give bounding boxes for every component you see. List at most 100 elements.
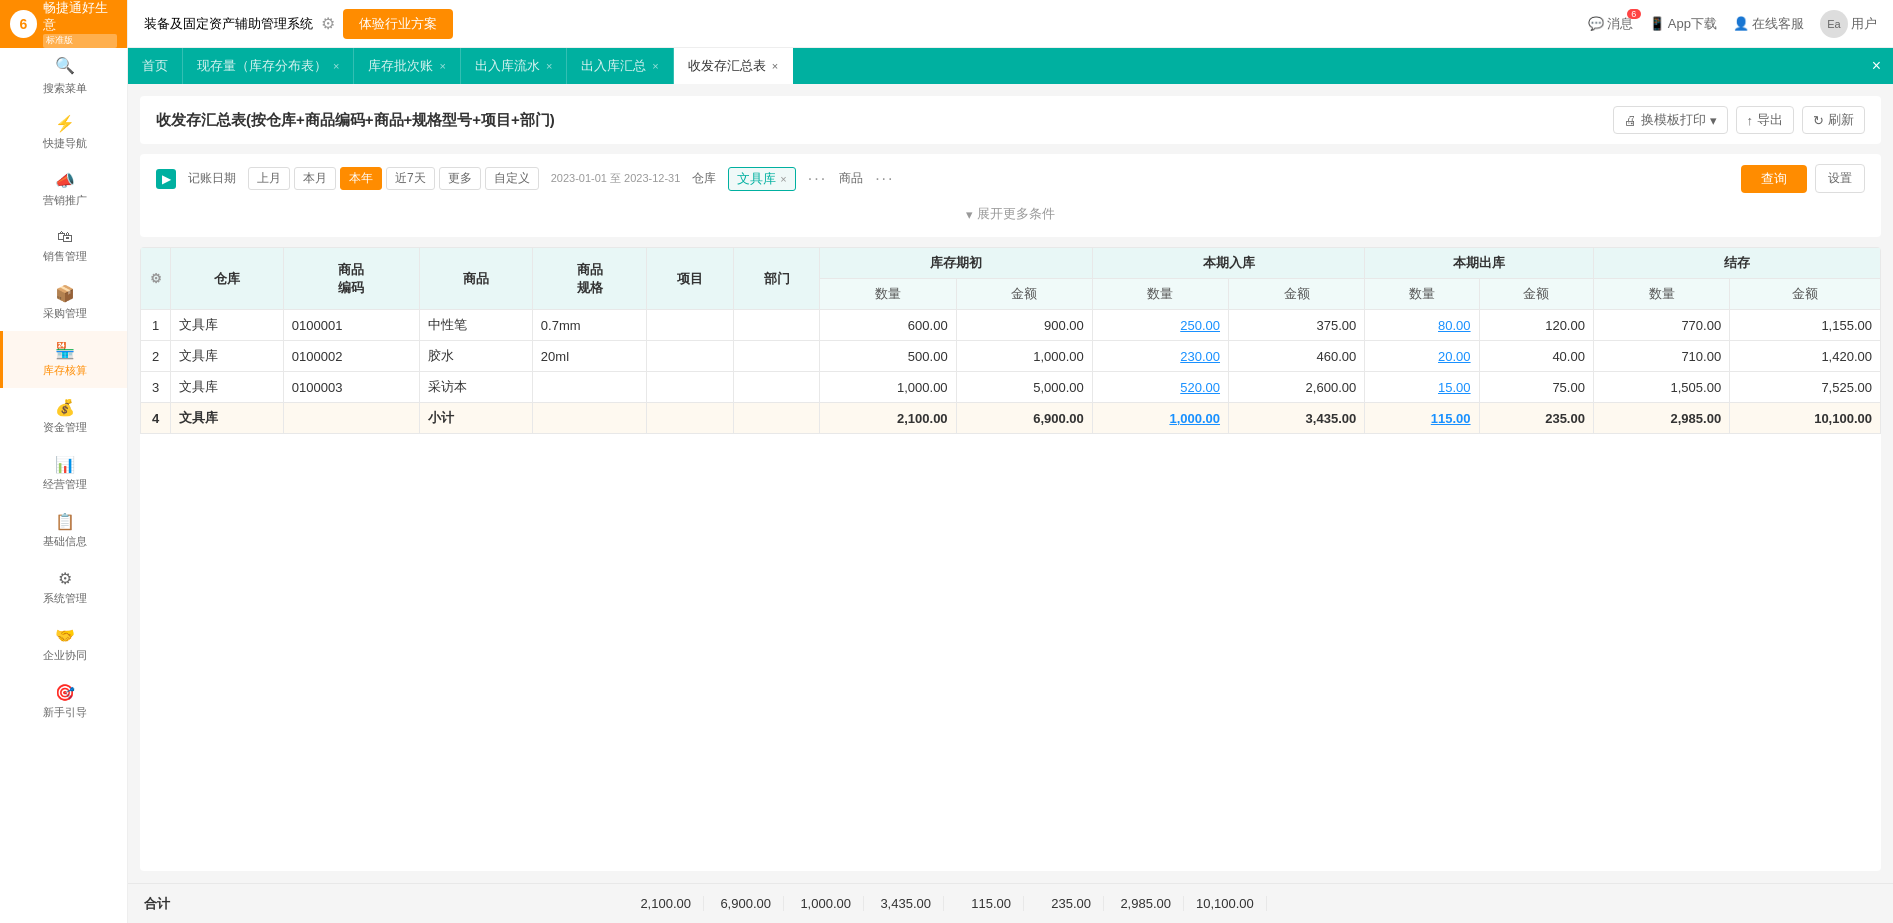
- cell-in-qty[interactable]: 1,000.00: [1092, 403, 1228, 434]
- sidebar-item-collab[interactable]: 🤝 企业协同: [0, 616, 127, 673]
- sidebar-item-inventory[interactable]: 🏪 库存核算: [0, 331, 127, 388]
- col-name-header: 商品: [420, 248, 533, 310]
- cell-bal-amt: 7,525.00: [1730, 372, 1881, 403]
- export-label: 导出: [1757, 111, 1783, 129]
- col-balance-header: 结存: [1593, 248, 1880, 279]
- goods-more[interactable]: ···: [875, 170, 894, 188]
- date-btn-prev-month[interactable]: 上月: [248, 167, 290, 190]
- tab-batch-close[interactable]: ×: [439, 60, 445, 72]
- cell-out-qty[interactable]: 115.00: [1365, 403, 1479, 434]
- date-btn-7days[interactable]: 近7天: [386, 167, 435, 190]
- cell-code: [283, 403, 419, 434]
- tab-summary[interactable]: 出入库汇总 ×: [567, 48, 673, 84]
- date-btn-this-year[interactable]: 本年: [340, 167, 382, 190]
- col-settings-header[interactable]: ⚙: [141, 248, 171, 310]
- sidebar-item-finance[interactable]: 💰 资金管理: [0, 388, 127, 445]
- tab-home-label: 首页: [142, 57, 168, 75]
- sidebar-item-search[interactable]: 🔍 搜索菜单: [0, 48, 127, 104]
- marketing-icon: 📣: [55, 171, 75, 190]
- cell-project: [647, 310, 734, 341]
- printer-icon: 🖨: [1624, 113, 1637, 128]
- sidebar-item-purchase[interactable]: 📦 采购管理: [0, 274, 127, 331]
- cell-in-qty[interactable]: 520.00: [1092, 372, 1228, 403]
- operation-icon: 📊: [55, 455, 75, 474]
- cell-open-qty: 1,000.00: [820, 372, 956, 403]
- quick-nav-icon: ⚡: [55, 114, 75, 133]
- footer-bar: 合计 2,100.00 6,900.00 1,000.00 3,435.00 1…: [128, 883, 1893, 923]
- print-template-btn[interactable]: 🖨 换模板打印 ▾: [1613, 106, 1728, 134]
- avatar: Ea: [1820, 10, 1848, 38]
- sidebar-item-sales[interactable]: 🛍 销售管理: [0, 218, 127, 274]
- warehouse-filter-label: 仓库: [692, 170, 716, 187]
- cell-dept: [733, 310, 820, 341]
- footer-values: 2,100.00 6,900.00 1,000.00 3,435.00 115.…: [624, 896, 1267, 911]
- tab-batch[interactable]: 库存批次账 ×: [354, 48, 460, 84]
- cell-out-qty[interactable]: 20.00: [1365, 341, 1479, 372]
- cell-out-qty[interactable]: 80.00: [1365, 310, 1479, 341]
- page-title: 收发存汇总表(按仓库+商品编码+商品+规格型号+项目+部门): [156, 111, 555, 130]
- sidebar-item-collab-label: 企业协同: [43, 648, 87, 663]
- cell-dept: [733, 403, 820, 434]
- system-icon: ⚙: [58, 569, 72, 588]
- app-download-btn[interactable]: 📱 App下载: [1649, 15, 1717, 33]
- phone-icon: 📱: [1649, 16, 1665, 31]
- tab-batch-label: 库存批次账: [368, 57, 433, 75]
- user-menu[interactable]: Ea 用户: [1820, 10, 1877, 38]
- logo-icon: 6: [10, 10, 37, 38]
- cell-project: [647, 372, 734, 403]
- expand-btn[interactable]: ▾ 展开更多条件: [156, 201, 1865, 227]
- export-btn[interactable]: ↑ 导出: [1736, 106, 1795, 134]
- tab-summary-close[interactable]: ×: [652, 60, 658, 72]
- sidebar-item-basic[interactable]: 📋 基础信息: [0, 502, 127, 559]
- cell-bal-qty: 2,985.00: [1593, 403, 1729, 434]
- print-template-label: 换模板打印: [1641, 111, 1706, 129]
- cell-open-amt: 1,000.00: [956, 341, 1092, 372]
- messages-btn[interactable]: 💬 消息 6: [1588, 15, 1633, 33]
- sidebar-item-system[interactable]: ⚙ 系统管理: [0, 559, 127, 616]
- cell-bal-amt: 10,100.00: [1730, 403, 1881, 434]
- tab-recv-summary-close[interactable]: ×: [772, 60, 778, 72]
- table-row: 2 文具库 0100002 胶水 20ml 500.00 1,000.00 23…: [141, 341, 1881, 372]
- filter-settings-btn[interactable]: 设置: [1815, 164, 1865, 193]
- logo-tag: 标准版: [43, 34, 117, 48]
- cell-out-qty[interactable]: 15.00: [1365, 372, 1479, 403]
- date-btn-this-month[interactable]: 本月: [294, 167, 336, 190]
- warehouse-more[interactable]: ···: [808, 170, 827, 188]
- tab-stock-dist-label: 现存量（库存分布表）: [197, 57, 327, 75]
- footer-open-qty: 2,100.00: [624, 896, 704, 911]
- col-in-qty: 数量: [1092, 279, 1228, 310]
- date-btn-custom[interactable]: 自定义: [485, 167, 539, 190]
- cell-open-amt: 5,000.00: [956, 372, 1092, 403]
- tab-home[interactable]: 首页: [128, 48, 183, 84]
- sidebar-item-operation[interactable]: 📊 经营管理: [0, 445, 127, 502]
- sidebar-item-quick-nav[interactable]: ⚡ 快捷导航: [0, 104, 127, 161]
- settings-icon[interactable]: ⚙: [321, 14, 335, 33]
- warehouse-tag-close[interactable]: ×: [780, 173, 786, 185]
- tab-recv-summary[interactable]: 收发存汇总表 ×: [674, 48, 793, 84]
- trial-btn[interactable]: 体验行业方案: [343, 9, 453, 39]
- tab-stock-dist[interactable]: 现存量（库存分布表） ×: [183, 48, 354, 84]
- cell-in-amt: 375.00: [1229, 310, 1365, 341]
- collapse-arrow[interactable]: ▶: [156, 169, 176, 189]
- sidebar-item-guide[interactable]: 🎯 新手引导: [0, 673, 127, 730]
- tab-flow-close[interactable]: ×: [546, 60, 552, 72]
- sidebar-item-marketing[interactable]: 📣 营销推广: [0, 161, 127, 218]
- query-btn[interactable]: 查询: [1741, 165, 1807, 193]
- purchase-icon: 📦: [55, 284, 75, 303]
- online-service-btn[interactable]: 👤 在线客服: [1733, 15, 1804, 33]
- col-opening-header: 库存期初: [820, 248, 1092, 279]
- tab-flow[interactable]: 出入库流水 ×: [461, 48, 567, 84]
- cell-in-qty[interactable]: 230.00: [1092, 341, 1228, 372]
- logo-name: 畅捷通好生意: [43, 0, 117, 34]
- close-all-tabs[interactable]: ×: [1860, 57, 1893, 75]
- cell-bal-qty: 710.00: [1593, 341, 1729, 372]
- cell-in-qty[interactable]: 250.00: [1092, 310, 1228, 341]
- inventory-icon: 🏪: [55, 341, 75, 360]
- date-btn-more[interactable]: 更多: [439, 167, 481, 190]
- table-row: 4 文具库 小计 2,100.00 6,900.00 1,000.00 3,43…: [141, 403, 1881, 434]
- refresh-btn[interactable]: ↻ 刷新: [1802, 106, 1865, 134]
- col-out-amt: 金额: [1479, 279, 1593, 310]
- sidebar-item-purchase-label: 采购管理: [43, 306, 87, 321]
- tab-summary-label: 出入库汇总: [581, 57, 646, 75]
- tab-stock-dist-close[interactable]: ×: [333, 60, 339, 72]
